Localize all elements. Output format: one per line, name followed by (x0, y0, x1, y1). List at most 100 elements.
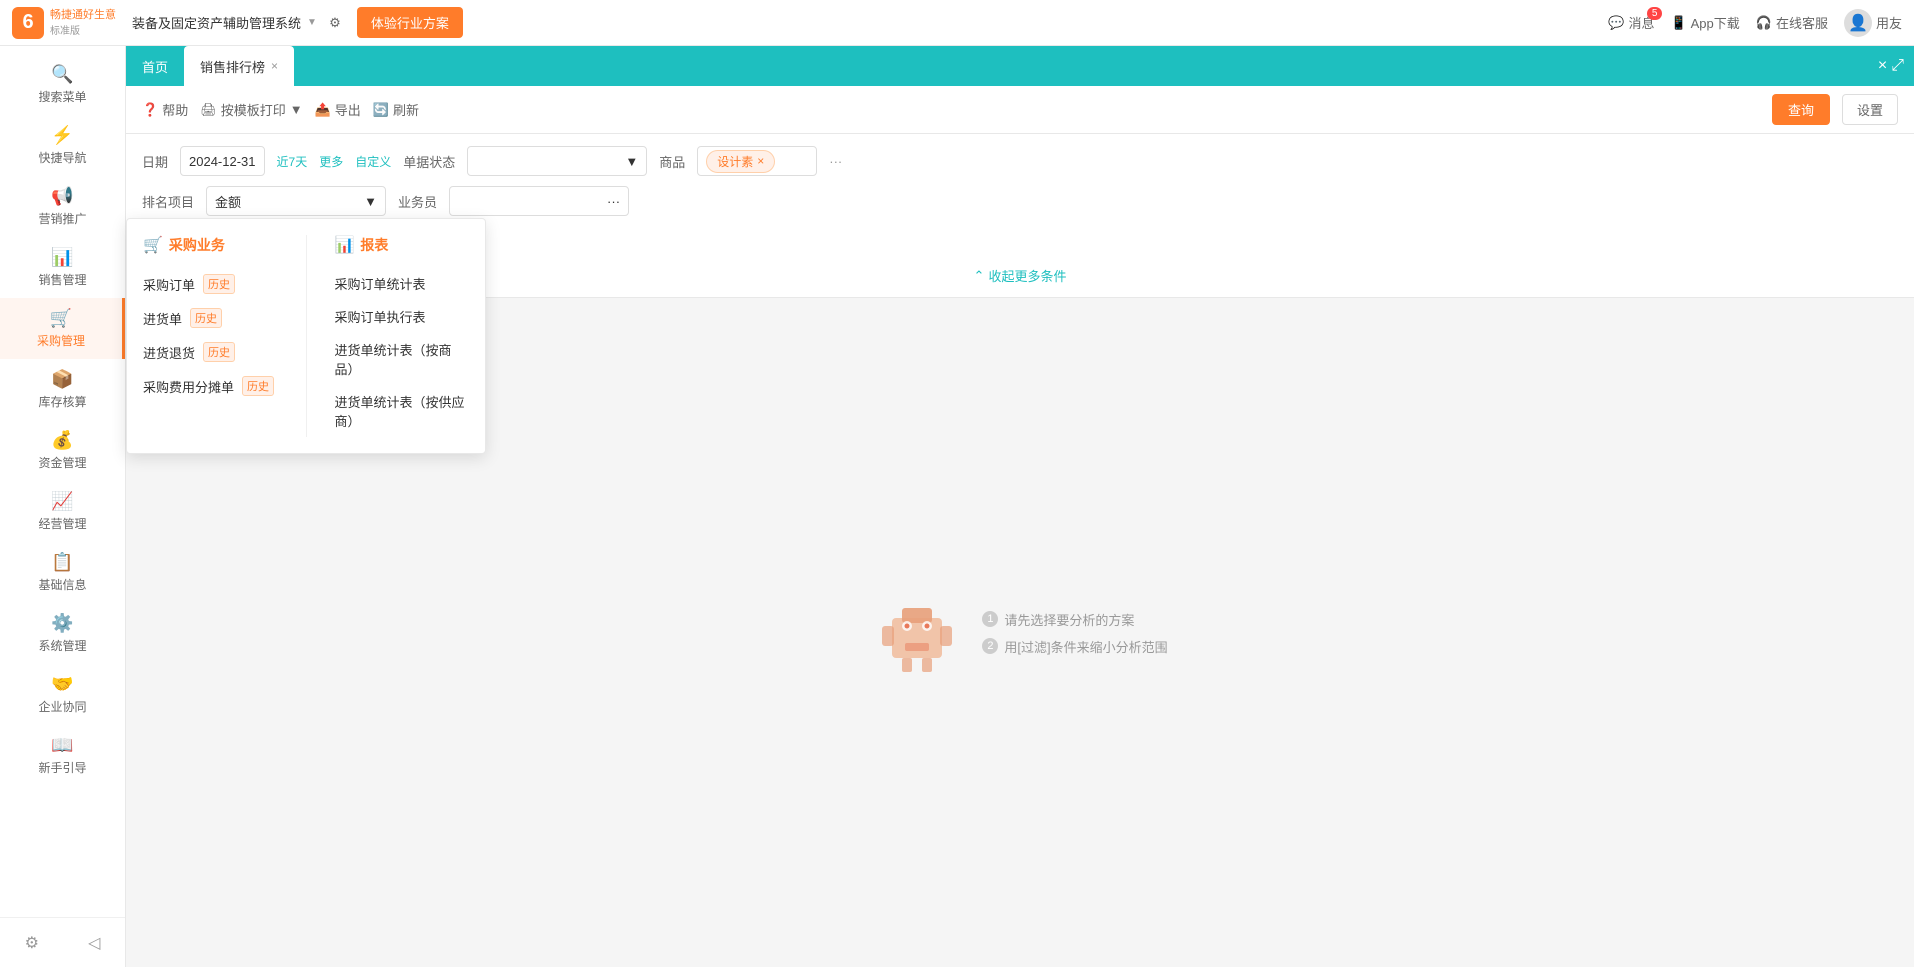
app-download-btn[interactable]: 📱 App下载 (1670, 13, 1739, 32)
chart-icon: 📊 (51, 247, 73, 268)
tab-sales-rank[interactable]: 销售排行榜 × (184, 46, 294, 86)
inbound-label: 进货单 (143, 309, 182, 328)
help-btn[interactable]: ❓ 帮助 (142, 100, 188, 119)
query-button[interactable]: 查询 (1772, 94, 1830, 125)
settings-button[interactable]: 设置 (1842, 94, 1898, 125)
goods-tag-close-icon[interactable]: × (757, 154, 764, 168)
cart-icon: 🛒 (50, 308, 72, 329)
system-title-arrow-icon[interactable]: ▼ (307, 17, 317, 28)
sidebar-item-marketing[interactable]: 📢 营销推广 (0, 176, 125, 237)
dropdown-item-purchase-expense[interactable]: 采购费用分摊单 历史 (143, 369, 278, 403)
logo-icon: 6 (12, 7, 44, 39)
sidebar-item-basic-info[interactable]: 📋 基础信息 (0, 542, 125, 603)
online-service-btn[interactable]: 🎧 在线客服 (1756, 13, 1828, 32)
clipboard-icon: 📋 (51, 552, 73, 573)
dropdown-item-inbound-stats-goods[interactable]: 进货单统计表（按商品） (335, 333, 470, 385)
logo-subtitle: 标准版 (50, 22, 116, 37)
dropdown-item-purchase-order-stats[interactable]: 采购订单统计表 (335, 267, 470, 300)
sidebar-item-purchase[interactable]: 🛒 采购管理 (0, 298, 125, 359)
tab-window-max-btn[interactable]: ⤢ (1891, 57, 1904, 75)
top-bar: 6 畅捷通好生意 标准版 装备及固定资产辅助管理系统 ▼ ⚙ 体验行业方案 💬 … (0, 0, 1914, 46)
date-range-input[interactable]: 2024-12-31 (180, 146, 265, 176)
content-area: 首页 销售排行榜 × × ⤢ ❓ 帮助 🖨 按模板 (126, 46, 1914, 967)
refresh-btn[interactable]: 🔄 刷新 (373, 100, 419, 119)
purchase-expense-history-badge: 历史 (242, 376, 274, 396)
empty-hint-2-text: 用[过滤]条件来缩小分析范围 (1004, 637, 1167, 656)
sidebar-item-purchase-label: 采购管理 (37, 332, 85, 349)
sidebar-item-sales[interactable]: 📊 销售管理 (0, 237, 125, 298)
dropdown-item-purchase-order[interactable]: 采购订单 历史 (143, 267, 278, 301)
date-more-link[interactable]: 更多 (319, 153, 343, 170)
sidebar-item-sales-label: 销售管理 (38, 271, 86, 288)
print-btn[interactable]: 🖨 按模板打印 ▼ (200, 100, 302, 119)
collapse-btn[interactable]: ⌃ 收起更多条件 (974, 266, 1067, 285)
rank-select[interactable]: 金额 ▼ (206, 186, 386, 216)
sidebar-item-search-label: 搜索菜单 (38, 88, 86, 105)
empty-hint-1: 1 请先选择要分析的方案 (982, 610, 1134, 629)
sidebar-item-basic-label: 基础信息 (38, 576, 86, 593)
date-7days-link[interactable]: 近7天 (277, 153, 308, 170)
tab-home[interactable]: 首页 (126, 46, 184, 86)
empty-hint-2: 2 用[过滤]条件来缩小分析范围 (982, 637, 1167, 656)
dropdown-purchase-col: 🛒 采购业务 采购订单 历史 进货单 历史 进货退货 历史 采购费用分摊单 历史 (143, 235, 278, 437)
message-btn[interactable]: 💬 消息 5 (1608, 13, 1654, 32)
sidebar-collapse-btn[interactable]: ◁ (88, 933, 100, 953)
industry-button[interactable]: 体验行业方案 (357, 7, 463, 38)
report-col-icon: 📊 (335, 235, 355, 255)
date-custom-link[interactable]: 自定义 (355, 153, 391, 170)
voucher-status-label: 单据状态 (403, 152, 455, 171)
sidebar-item-inventory-label: 库存核算 (38, 393, 86, 410)
goods-filter-label: 商品 (659, 152, 685, 171)
dropdown-purchase-title: 🛒 采购业务 (143, 235, 278, 255)
purchase-title-text: 采购业务 (169, 235, 225, 255)
app-container: 6 畅捷通好生意 标准版 装备及固定资产辅助管理系统 ▼ ⚙ 体验行业方案 💬 … (0, 0, 1914, 967)
tab-bar: 首页 销售排行榜 × × ⤢ (126, 46, 1914, 86)
sidebar-item-enterprise-label: 企业协同 (38, 698, 86, 715)
lightning-icon: ⚡ (51, 125, 73, 146)
export-icon: 📤 (315, 102, 331, 118)
inbound-stats-goods-label: 进货单统计表（按商品） (335, 340, 470, 378)
sidebar-settings-btn[interactable]: ⚙ (25, 933, 39, 953)
sidebar-item-quick-nav[interactable]: ⚡ 快捷导航 (0, 115, 125, 176)
user-avatar: 👤 (1844, 9, 1872, 37)
rank-value: 金额 (215, 192, 241, 211)
sidebar-item-search[interactable]: 🔍 搜索菜单 (0, 54, 125, 115)
money-icon: 💰 (51, 430, 73, 451)
sidebar-item-system-label: 系统管理 (38, 637, 86, 654)
purchase-dropdown-menu: 🛒 采购业务 采购订单 历史 进货单 历史 进货退货 历史 采购费用分摊单 历史 (126, 218, 486, 454)
sidebar-item-enterprise[interactable]: 🤝 企业协同 (0, 664, 125, 725)
settings-icon-btn[interactable]: ⚙ (321, 9, 349, 37)
dropdown-item-inbound-stats-supplier[interactable]: 进货单统计表（按供应商） (335, 385, 470, 437)
search-icon: 🔍 (51, 64, 73, 85)
dropdown-divider (306, 235, 307, 437)
salesman-select[interactable]: ··· (449, 186, 629, 216)
sidebar-item-system[interactable]: ⚙️ 系统管理 (0, 603, 125, 664)
rank-label: 排名项目 (142, 192, 194, 211)
filter-row-1: 日期 2024-12-31 近7天 更多 自定义 单据状态 ▼ 商品 (142, 146, 1898, 176)
sidebar-nav: 🔍 搜索菜单 ⚡ 快捷导航 📢 营销推广 📊 销售管理 🛒 采购管理 (0, 46, 125, 794)
dropdown-item-inbound[interactable]: 进货单 历史 (143, 301, 278, 335)
goods-filter-dots[interactable]: ··· (829, 154, 842, 169)
sidebar-item-inventory[interactable]: 📦 库存核算 (0, 359, 125, 420)
sidebar-item-operations[interactable]: 📈 经营管理 (0, 481, 125, 542)
export-btn[interactable]: 📤 导出 (315, 100, 361, 119)
return-label: 进货退货 (143, 343, 195, 362)
help-label: 帮助 (162, 100, 188, 119)
purchase-order-label: 采购订单 (143, 275, 195, 294)
inbound-history-badge: 历史 (190, 308, 222, 328)
toolbar: ❓ 帮助 🖨 按模板打印 ▼ 📤 导出 🔄 刷新 查询 设置 (126, 86, 1914, 134)
tab-window-close-btn[interactable]: × (1878, 57, 1887, 75)
hint-bullet-2: 2 (982, 638, 998, 654)
tab-actions: × ⤢ (1878, 57, 1914, 75)
voucher-status-select[interactable]: ▼ (467, 146, 647, 176)
report-title-text: 报表 (360, 235, 388, 255)
user-btn[interactable]: 👤 用友 (1844, 9, 1902, 37)
sidebar-item-finance[interactable]: 💰 资金管理 (0, 420, 125, 481)
dropdown-report-col: 📊 报表 采购订单统计表 采购订单执行表 进货单统计表（按商品） 进货单统计表（… (335, 235, 470, 437)
box-icon: 📦 (51, 369, 73, 390)
tab-close-icon[interactable]: × (271, 59, 278, 73)
goods-filter-input[interactable]: 设计素 × (697, 146, 817, 176)
sidebar-item-guide[interactable]: 📖 新手引导 (0, 725, 125, 786)
dropdown-item-purchase-order-exec[interactable]: 采购订单执行表 (335, 300, 470, 333)
dropdown-item-return[interactable]: 进货退货 历史 (143, 335, 278, 369)
